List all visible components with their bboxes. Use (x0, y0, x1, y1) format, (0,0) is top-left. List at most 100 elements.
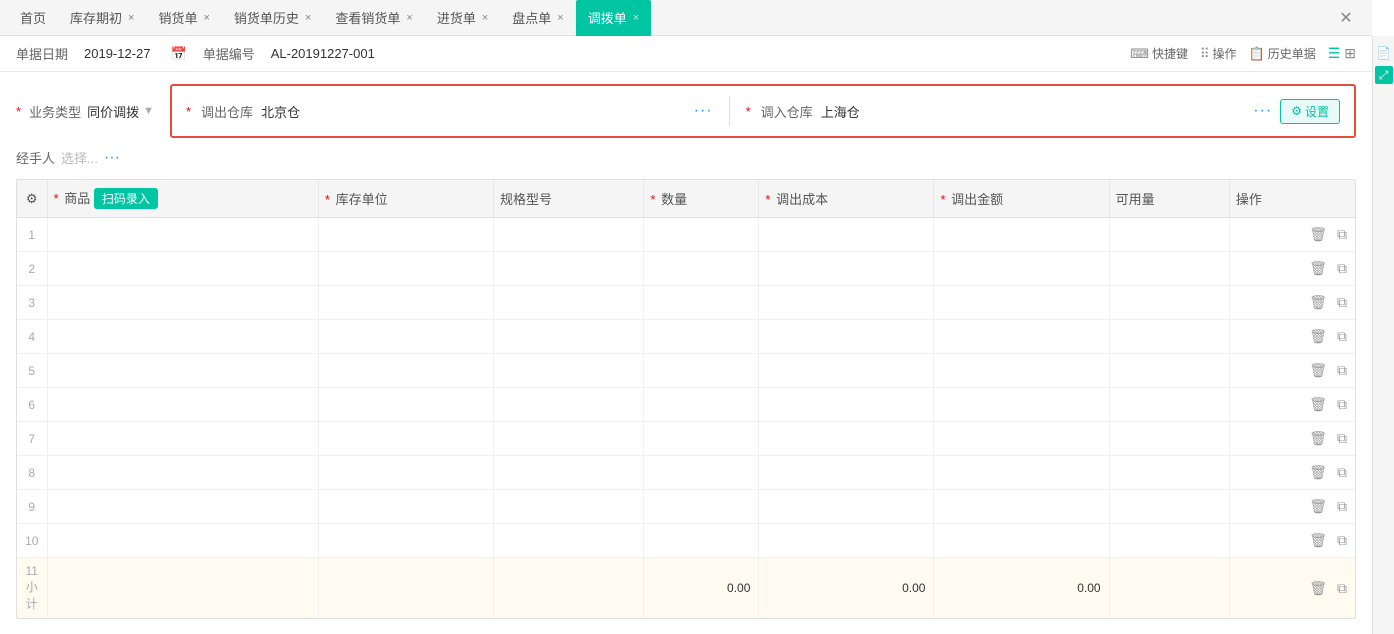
cell-product[interactable] (47, 456, 318, 490)
sidebar-doc-icon[interactable]: 📄 (1375, 44, 1393, 62)
row-delete-icon[interactable]: 🗑 (1307, 428, 1329, 449)
cell-product[interactable] (47, 218, 318, 252)
cell-available[interactable] (1109, 456, 1229, 490)
cell-amount[interactable] (934, 354, 1109, 388)
cell-available[interactable] (1109, 490, 1229, 524)
row-copy-icon[interactable]: ⧉ (1335, 224, 1349, 245)
row-copy-icon[interactable]: ⧉ (1335, 394, 1349, 415)
cell-available[interactable] (1109, 524, 1229, 558)
row-delete-icon[interactable]: 🗑 (1307, 292, 1329, 313)
cell-unit[interactable] (318, 456, 493, 490)
shortcut-btn[interactable]: ⌨ 快捷键 (1130, 45, 1188, 62)
cell-available[interactable] (1109, 422, 1229, 456)
table-scroll-area[interactable]: ⚙ * 商品 扫码录入 * 库存单位 规格型号 (17, 180, 1355, 618)
cell-cost[interactable] (759, 354, 934, 388)
cell-product[interactable] (47, 388, 318, 422)
cell-unit[interactable] (318, 252, 493, 286)
tab-purchase[interactable]: 进货单 × (425, 0, 500, 36)
cell-amount[interactable] (934, 388, 1109, 422)
cell-spec[interactable] (494, 354, 644, 388)
tab-inventory-init[interactable]: 库存期初 × (58, 0, 146, 36)
cell-qty[interactable] (644, 354, 759, 388)
cell-unit[interactable] (318, 320, 493, 354)
cell-product[interactable] (47, 252, 318, 286)
cell-amount[interactable] (934, 422, 1109, 456)
row-copy-icon[interactable]: ⧉ (1335, 462, 1349, 483)
cell-product[interactable] (47, 286, 318, 320)
cell-spec[interactable] (494, 320, 644, 354)
cell-product[interactable] (47, 320, 318, 354)
cell-qty[interactable] (644, 490, 759, 524)
row-delete-icon[interactable]: 🗑 (1307, 578, 1329, 599)
cell-qty[interactable] (644, 524, 759, 558)
cell-unit[interactable] (318, 286, 493, 320)
row-delete-icon[interactable]: 🗑 (1307, 530, 1329, 551)
row-copy-icon[interactable]: ⧉ (1335, 292, 1349, 313)
cell-spec[interactable] (494, 286, 644, 320)
tab-purchase-close[interactable]: × (482, 12, 488, 24)
cell-qty[interactable] (644, 422, 759, 456)
cell-cost[interactable] (759, 252, 934, 286)
cell-cost[interactable] (759, 388, 934, 422)
cell-amount[interactable] (934, 490, 1109, 524)
row-copy-icon[interactable]: ⧉ (1335, 326, 1349, 347)
tab-inventory-check[interactable]: 盘点单 × (500, 0, 575, 36)
cell-amount[interactable] (934, 456, 1109, 490)
cell-spec[interactable] (494, 456, 644, 490)
row-copy-icon[interactable]: ⧉ (1335, 496, 1349, 517)
in-warehouse-value[interactable]: 上海仓 (821, 102, 860, 121)
history-btn[interactable]: 📋 历史单据 (1249, 45, 1316, 62)
cell-cost[interactable] (759, 422, 934, 456)
row-copy-icon[interactable]: ⧉ (1335, 578, 1349, 599)
row-delete-icon[interactable]: 🗑 (1307, 462, 1329, 483)
cell-amount[interactable] (934, 286, 1109, 320)
cell-spec[interactable] (494, 490, 644, 524)
row-delete-icon[interactable]: 🗑 (1307, 360, 1329, 381)
tab-home[interactable]: 首页 (8, 0, 58, 36)
cell-available[interactable] (1109, 252, 1229, 286)
cell-unit[interactable] (318, 524, 493, 558)
th-settings[interactable]: ⚙ (17, 180, 47, 218)
cell-product[interactable] (47, 490, 318, 524)
row-copy-icon[interactable]: ⧉ (1335, 360, 1349, 381)
layout-grid-btn[interactable]: ⊞ (1344, 45, 1356, 62)
cell-qty[interactable] (644, 286, 759, 320)
tab-sales-order[interactable]: 销货单 × (146, 0, 221, 36)
tab-inventory-init-close[interactable]: × (128, 12, 134, 24)
cell-amount[interactable] (934, 252, 1109, 286)
cell-product[interactable] (47, 524, 318, 558)
business-select[interactable]: 同价调拨 ▼ (87, 102, 154, 121)
cell-available[interactable] (1109, 286, 1229, 320)
calendar-icon[interactable]: 📅 (171, 46, 187, 62)
row-delete-icon[interactable]: 🗑 (1307, 496, 1329, 517)
person-select[interactable]: 选择... (61, 148, 98, 167)
tab-sales-history[interactable]: 销货单历史 × (222, 0, 323, 36)
cell-spec[interactable] (494, 422, 644, 456)
cell-available[interactable] (1109, 388, 1229, 422)
cell-unit[interactable] (318, 490, 493, 524)
cell-available[interactable] (1109, 354, 1229, 388)
cell-qty[interactable] (644, 320, 759, 354)
window-close-button[interactable]: ✕ (1328, 0, 1364, 36)
tab-inventory-check-close[interactable]: × (557, 12, 563, 24)
cell-unit[interactable] (318, 354, 493, 388)
cell-cost[interactable] (759, 218, 934, 252)
cell-cost[interactable] (759, 320, 934, 354)
row-copy-icon[interactable]: ⧉ (1335, 530, 1349, 551)
tab-view-sales[interactable]: 查看销货单 × (323, 0, 424, 36)
scan-entry-button[interactable]: 扫码录入 (94, 188, 158, 209)
cell-unit[interactable] (318, 422, 493, 456)
person-more-icon[interactable]: ··· (104, 149, 120, 167)
cell-amount[interactable] (934, 320, 1109, 354)
cell-available[interactable] (1109, 218, 1229, 252)
tab-sales-order-close[interactable]: × (203, 12, 209, 24)
cell-unit[interactable] (318, 218, 493, 252)
operation-btn[interactable]: ⠿ 操作 (1200, 45, 1237, 62)
cell-amount[interactable] (934, 218, 1109, 252)
cell-cost[interactable] (759, 286, 934, 320)
row-delete-icon[interactable]: 🗑 (1307, 394, 1329, 415)
cell-spec[interactable] (494, 218, 644, 252)
tab-sales-history-close[interactable]: × (305, 12, 311, 24)
cell-spec[interactable] (494, 252, 644, 286)
cell-unit[interactable] (318, 388, 493, 422)
